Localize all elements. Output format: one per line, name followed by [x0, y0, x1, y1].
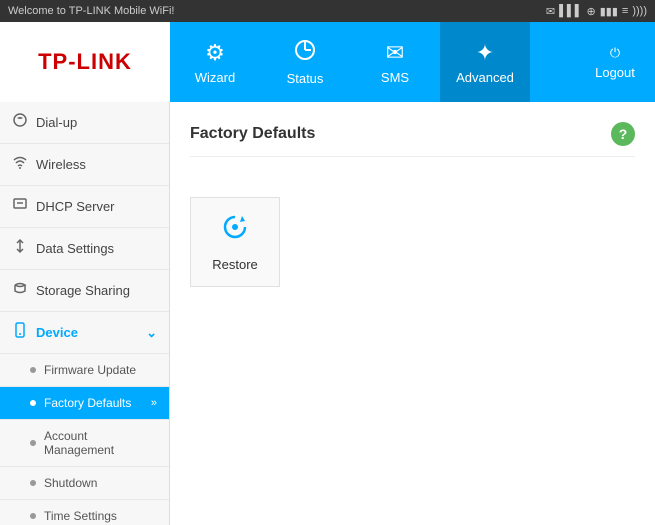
- header: TP-LINK ⚙ Wizard Status ✉ SMS ✦ Advanced…: [0, 22, 655, 102]
- storage-icon: [12, 280, 28, 301]
- tab-wizard-label: Wizard: [195, 70, 235, 85]
- dialup-icon: [12, 112, 28, 133]
- logo-area: TP-LINK: [0, 22, 170, 102]
- logout-label: Logout: [595, 65, 635, 80]
- sidebar-subitem-time[interactable]: Time Settings: [0, 500, 169, 525]
- globe-icon: ⊕: [587, 5, 596, 18]
- tab-advanced-label: Advanced: [456, 70, 514, 85]
- content-area: Factory Defaults ? Restore: [170, 102, 655, 525]
- status-bar: Welcome to TP-LINK Mobile WiFi! ✉ ▌▌▌ ⊕ …: [0, 0, 655, 22]
- dhcp-icon: [12, 196, 28, 217]
- page-title: Factory Defaults: [190, 125, 315, 143]
- sidebar-wireless-label: Wireless: [36, 157, 86, 172]
- firmware-dot: [30, 367, 36, 373]
- factory-arrows-icon: »: [151, 397, 157, 409]
- sidebar-device-label: Device: [36, 325, 78, 340]
- sidebar-item-dhcp[interactable]: DHCP Server: [0, 186, 169, 228]
- data-icon: [12, 238, 28, 259]
- envelope-icon: ✉: [546, 5, 555, 18]
- sidebar-data-label: Data Settings: [36, 241, 114, 256]
- status-bar-icons: ✉ ▌▌▌ ⊕ ▮▮▮ ≡ )))): [546, 5, 647, 18]
- logout-button[interactable]: ⏻ Logout: [575, 22, 655, 102]
- sidebar-firmware-label: Firmware Update: [44, 363, 136, 377]
- sidebar-dhcp-label: DHCP Server: [36, 199, 115, 214]
- sidebar-item-storage[interactable]: Storage Sharing: [0, 270, 169, 312]
- restore-button[interactable]: Restore: [190, 197, 280, 287]
- time-dot: [30, 513, 36, 519]
- device-icon: [12, 322, 28, 343]
- sidebar-account-label: Account Management: [44, 429, 157, 457]
- status-bar-title: Welcome to TP-LINK Mobile WiFi!: [8, 5, 174, 17]
- tab-status-label: Status: [287, 71, 324, 86]
- tab-status[interactable]: Status: [260, 22, 350, 102]
- tab-sms-label: SMS: [381, 70, 409, 85]
- sidebar-item-data[interactable]: Data Settings: [0, 228, 169, 270]
- sidebar-time-label: Time Settings: [44, 509, 117, 523]
- main-layout: Dial-up Wireless DHCP Server Data Settin…: [0, 102, 655, 525]
- sidebar-dialup-label: Dial-up: [36, 115, 77, 130]
- wizard-icon: ⚙: [205, 40, 225, 66]
- sidebar-subitem-shutdown[interactable]: Shutdown: [0, 467, 169, 500]
- signal-icon: ▌▌▌: [559, 5, 582, 17]
- advanced-icon: ✦: [476, 40, 494, 66]
- sidebar-item-wireless[interactable]: Wireless: [0, 144, 169, 186]
- factory-dot: [30, 400, 36, 406]
- logo: TP-LINK: [38, 49, 132, 75]
- sidebar-subitem-factory[interactable]: Factory Defaults »: [0, 387, 169, 420]
- restore-area: Restore: [190, 177, 635, 307]
- logout-icon: ⏻: [610, 45, 620, 61]
- sidebar-factory-label: Factory Defaults: [44, 396, 131, 410]
- nav-tabs: ⚙ Wizard Status ✉ SMS ✦ Advanced ⏻ Logou…: [170, 22, 655, 102]
- shutdown-dot: [30, 480, 36, 486]
- sidebar-subitem-firmware[interactable]: Firmware Update: [0, 354, 169, 387]
- tab-sms[interactable]: ✉ SMS: [350, 22, 440, 102]
- menu-icon: ≡: [622, 5, 628, 17]
- tab-advanced[interactable]: ✦ Advanced: [440, 22, 530, 102]
- sidebar-item-dialup[interactable]: Dial-up: [0, 102, 169, 144]
- battery-icon: ▮▮▮: [600, 5, 618, 18]
- account-dot: [30, 440, 36, 446]
- sidebar: Dial-up Wireless DHCP Server Data Settin…: [0, 102, 170, 525]
- tab-wizard[interactable]: ⚙ Wizard: [170, 22, 260, 102]
- restore-label: Restore: [212, 257, 258, 272]
- wifi-icon: )))): [632, 5, 647, 17]
- status-icon: [294, 39, 316, 67]
- restore-icon: [220, 212, 250, 249]
- sidebar-storage-label: Storage Sharing: [36, 283, 130, 298]
- content-header: Factory Defaults ?: [190, 122, 635, 157]
- sidebar-shutdown-label: Shutdown: [44, 476, 97, 490]
- help-button[interactable]: ?: [611, 122, 635, 146]
- sidebar-subitem-account[interactable]: Account Management: [0, 420, 169, 467]
- sms-icon: ✉: [386, 40, 404, 66]
- wireless-icon: [12, 154, 28, 175]
- sidebar-item-device[interactable]: Device ⌄: [0, 312, 169, 354]
- device-chevron-icon: ⌄: [146, 325, 157, 341]
